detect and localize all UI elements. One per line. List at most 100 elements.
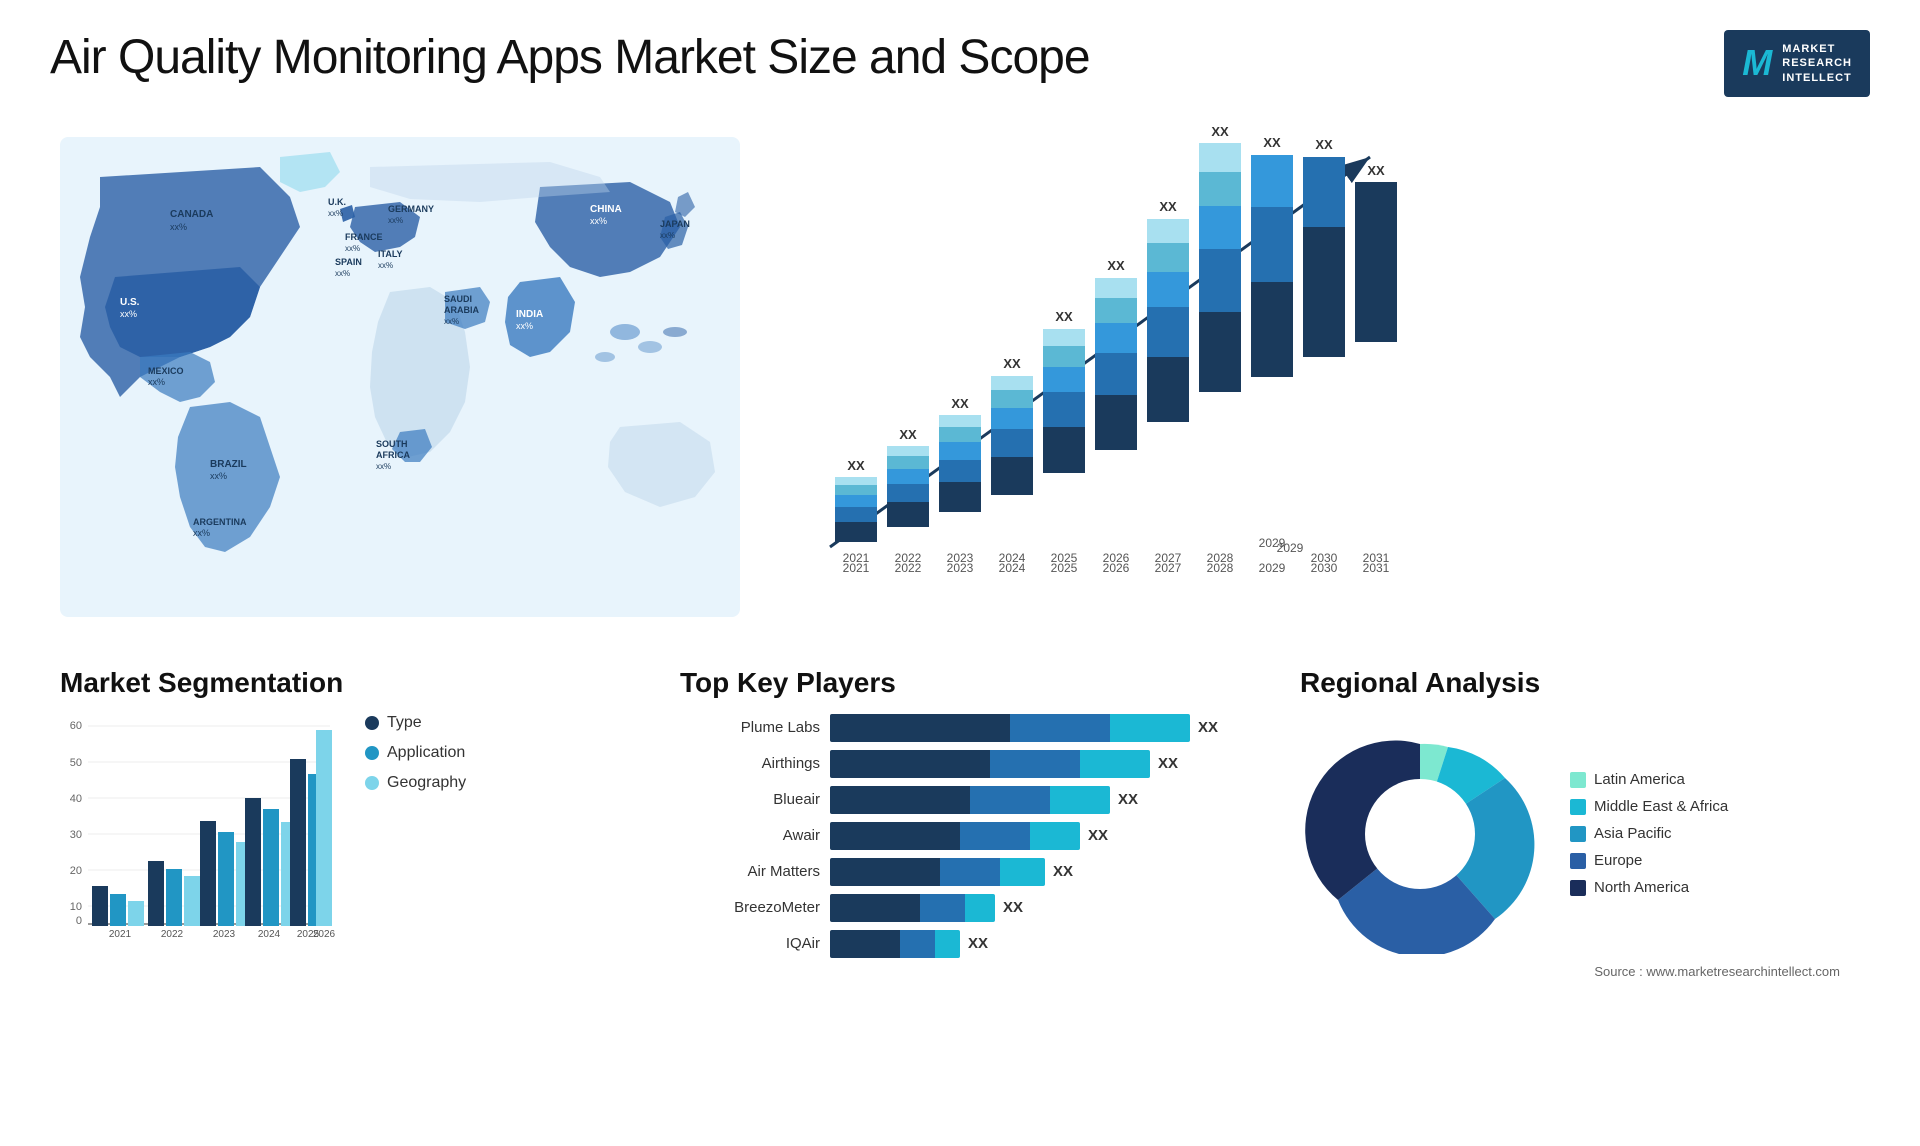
- player-row: Blueair XX: [680, 786, 1260, 814]
- svg-text:SOUTH: SOUTH: [376, 439, 408, 449]
- donut-legend: Latin America Middle East & Africa Asia …: [1570, 771, 1728, 896]
- bottom-section: Market Segmentation 60 50 40 30 20 10 0: [50, 647, 1870, 989]
- svg-text:2030: 2030: [1311, 561, 1338, 575]
- svg-text:40: 40: [70, 793, 82, 805]
- svg-text:2022: 2022: [161, 929, 184, 940]
- svg-text:2031: 2031: [1363, 561, 1390, 575]
- svg-text:10: 10: [70, 901, 82, 913]
- svg-text:xx%: xx%: [388, 216, 403, 225]
- svg-text:XX: XX: [951, 396, 969, 411]
- players-list: Plume Labs XX Airthings: [680, 714, 1260, 958]
- player-bar-container: XX: [830, 822, 1108, 850]
- svg-text:XX: XX: [1263, 135, 1281, 150]
- svg-text:U.S.: U.S.: [120, 297, 140, 308]
- svg-text:2029: 2029: [1259, 561, 1286, 575]
- player-bar: [830, 714, 1190, 742]
- svg-text:XX: XX: [1003, 356, 1021, 371]
- svg-text:BRAZIL: BRAZIL: [210, 459, 247, 470]
- player-bar-seg2: [970, 786, 1050, 814]
- player-bar-container: XX: [830, 786, 1138, 814]
- player-bar-container: XX: [830, 714, 1218, 742]
- growth-chart-section: XX 2021 XX 2022 XX: [760, 117, 1870, 637]
- svg-text:XX: XX: [1367, 163, 1385, 178]
- player-bar-seg3: [1000, 858, 1045, 886]
- svg-text:XX: XX: [1211, 127, 1229, 139]
- content-grid: CANADA xx% U.S. xx% MEXICO xx% BRAZIL xx…: [50, 117, 1870, 989]
- legend-app-dot: [365, 746, 379, 760]
- player-bar-seg1: [830, 894, 920, 922]
- logo-letter: M: [1742, 42, 1772, 84]
- svg-text:xx%: xx%: [328, 209, 343, 218]
- player-bar: [830, 822, 1080, 850]
- player-row: Air Matters XX: [680, 858, 1260, 886]
- source-text: Source : www.marketresearchintellect.com: [1300, 964, 1860, 979]
- svg-text:2028: 2028: [1207, 561, 1234, 575]
- svg-text:xx%: xx%: [120, 309, 137, 319]
- svg-text:0: 0: [76, 915, 82, 927]
- player-bar: [830, 930, 960, 958]
- svg-text:2026: 2026: [313, 929, 336, 940]
- svg-text:2029: 2029: [1277, 541, 1304, 555]
- svg-text:2022: 2022: [895, 561, 922, 575]
- segmentation-legend: Type Application Geography: [355, 714, 466, 792]
- header: Air Quality Monitoring Apps Market Size …: [50, 30, 1870, 97]
- legend-type-dot: [365, 716, 379, 730]
- svg-text:AFRICA: AFRICA: [376, 450, 410, 460]
- svg-text:2021: 2021: [109, 929, 132, 940]
- logo-box: M MARKET RESEARCH INTELLECT: [1724, 30, 1870, 97]
- svg-text:60: 60: [70, 720, 82, 732]
- svg-text:XX: XX: [1315, 137, 1333, 152]
- svg-text:FRANCE: FRANCE: [345, 232, 383, 242]
- svg-text:GERMANY: GERMANY: [388, 204, 434, 214]
- legend-latin-america: Latin America: [1570, 771, 1728, 788]
- player-bar-seg3: [965, 894, 995, 922]
- page-title: Air Quality Monitoring Apps Market Size …: [50, 30, 1090, 85]
- player-bar-container: XX: [830, 930, 988, 958]
- player-bar-container: XX: [830, 894, 1023, 922]
- svg-text:xx%: xx%: [335, 269, 350, 278]
- player-bar-seg1: [830, 786, 970, 814]
- growth-chart-svg: XX 2021 XX 2022 XX: [780, 127, 1400, 607]
- svg-text:SPAIN: SPAIN: [335, 257, 362, 267]
- legend-type: Type: [365, 714, 466, 732]
- player-row: IQAir XX: [680, 930, 1260, 958]
- svg-text:ARABIA: ARABIA: [444, 305, 479, 315]
- svg-text:XX: XX: [1107, 258, 1125, 273]
- svg-text:ITALY: ITALY: [378, 249, 403, 259]
- player-bar-seg1: [830, 930, 900, 958]
- svg-text:30: 30: [70, 829, 82, 841]
- player-bar-seg3: [1080, 750, 1150, 778]
- player-bar-seg1: [830, 714, 1010, 742]
- player-bar-seg2: [1010, 714, 1110, 742]
- svg-text:2021: 2021: [843, 561, 870, 575]
- regional-section: Regional Analysis: [1290, 657, 1870, 989]
- svg-text:xx%: xx%: [193, 528, 210, 538]
- legend-asia-pacific: Asia Pacific: [1570, 825, 1728, 842]
- legend-application: Application: [365, 744, 466, 762]
- player-bar: [830, 894, 995, 922]
- player-bar-seg3: [1110, 714, 1190, 742]
- svg-text:CANADA: CANADA: [170, 209, 213, 220]
- player-bar-container: XX: [830, 750, 1178, 778]
- svg-text:XX: XX: [847, 458, 865, 473]
- player-bar: [830, 750, 1150, 778]
- player-row: BreezoMeter XX: [680, 894, 1260, 922]
- donut-chart: [1300, 714, 1540, 954]
- logo-area: M MARKET RESEARCH INTELLECT: [1724, 30, 1870, 97]
- svg-text:XX: XX: [1159, 199, 1177, 214]
- svg-text:xx%: xx%: [345, 244, 360, 253]
- svg-text:2024: 2024: [999, 561, 1026, 575]
- player-bar-seg2: [990, 750, 1080, 778]
- player-bar-seg3: [935, 930, 960, 958]
- svg-text:2023: 2023: [947, 561, 974, 575]
- player-bar-seg1: [830, 822, 960, 850]
- legend-mea: Middle East & Africa: [1570, 798, 1728, 815]
- legend-geo-dot: [365, 776, 379, 790]
- svg-text:xx%: xx%: [170, 222, 187, 232]
- svg-text:SAUDI: SAUDI: [444, 294, 472, 304]
- player-bar-seg2: [920, 894, 965, 922]
- svg-text:xx%: xx%: [378, 261, 393, 270]
- player-bar: [830, 786, 1110, 814]
- players-title: Top Key Players: [680, 667, 1260, 699]
- svg-text:U.K.: U.K.: [328, 197, 346, 207]
